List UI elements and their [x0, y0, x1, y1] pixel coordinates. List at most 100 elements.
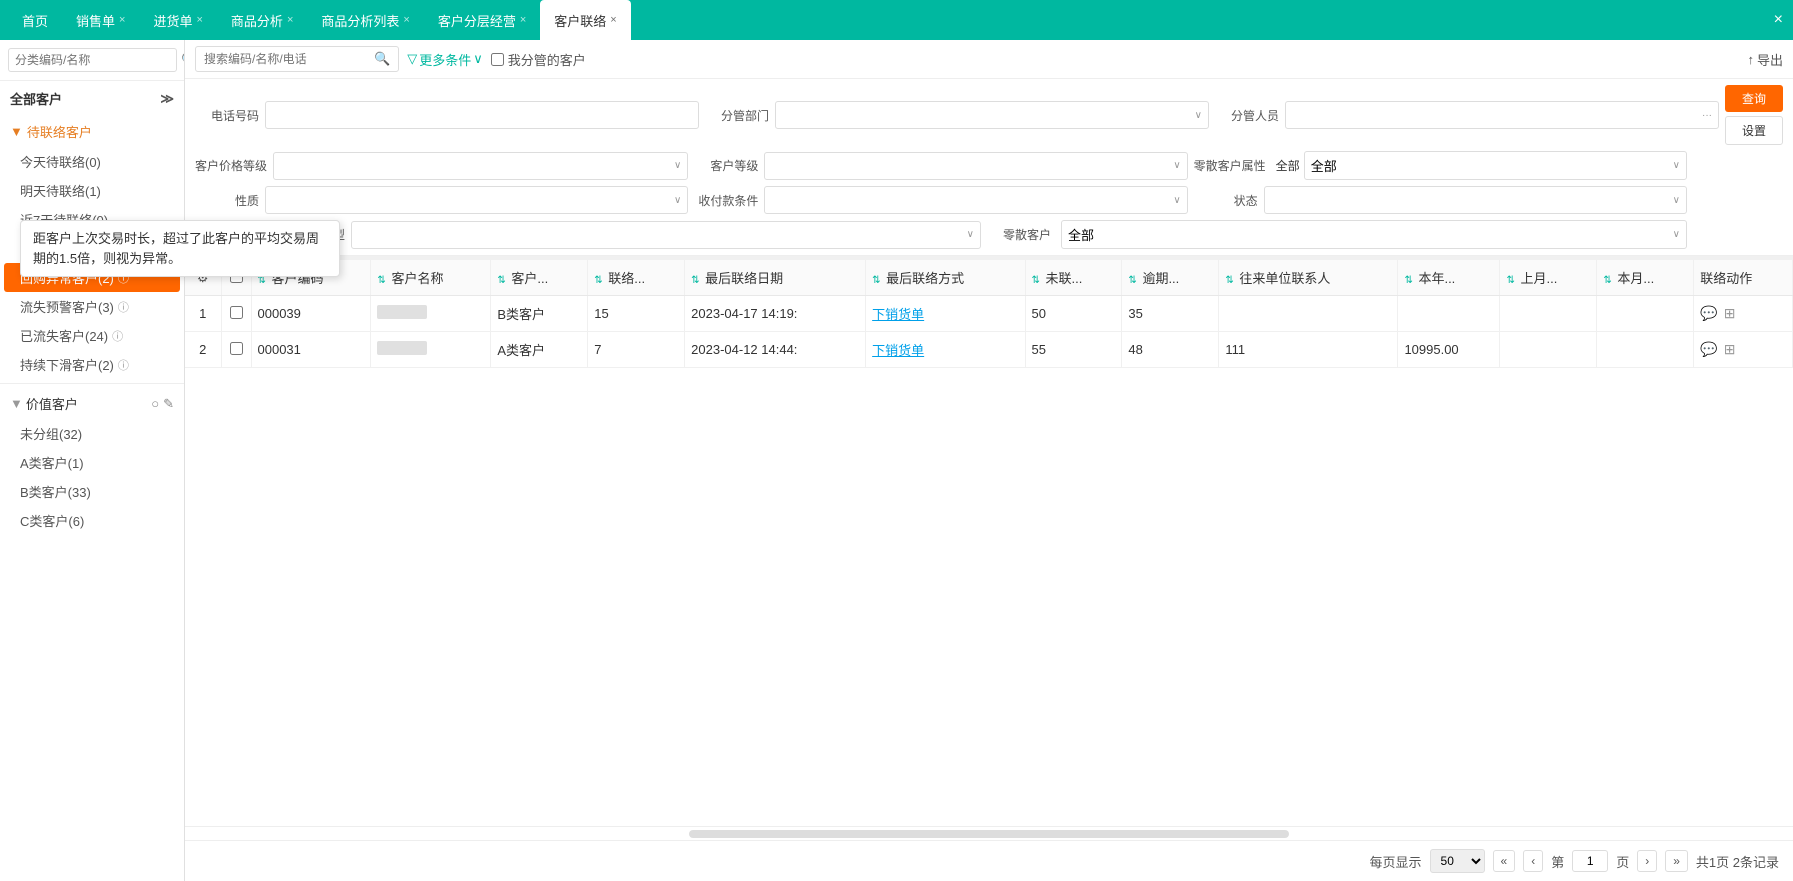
scatter-select[interactable]: 全部 ∨: [1061, 220, 1687, 249]
sidebar-all-customers[interactable]: 全部客户 ≫: [0, 81, 184, 116]
data-table-container: ⚙ ⇅ 客户编码 ⇅ 客户名称: [185, 260, 1793, 826]
nav-goods-list[interactable]: 商品分析列表 ×: [307, 0, 423, 40]
first-page-btn[interactable]: «: [1493, 850, 1516, 872]
prev-page-btn[interactable]: ‹: [1523, 850, 1543, 872]
last-page-btn[interactable]: »: [1665, 850, 1688, 872]
last-method-link-0[interactable]: 下销货单: [872, 307, 924, 322]
cell-uncontacted-1: 55: [1025, 332, 1122, 368]
sidebar-declining[interactable]: 持续下滑客户(2) ⓘ: [0, 350, 184, 379]
col-last-date: ⇅ 最后联络日期: [685, 260, 866, 296]
action-chat-1[interactable]: 💬: [1700, 341, 1717, 358]
value-edit-icon[interactable]: ○: [151, 396, 159, 411]
payment-select[interactable]: ∨: [764, 186, 1187, 214]
sort-icon-contacts: ⇅: [594, 275, 602, 286]
sidebar-collapse-icon[interactable]: ≫: [160, 91, 174, 107]
phone-label: 电话号码: [195, 107, 265, 124]
row-checkbox-0[interactable]: [230, 306, 243, 319]
phone-input[interactable]: [265, 101, 699, 129]
cell-contact-person-0: [1219, 296, 1398, 332]
my-customers-check[interactable]: [491, 53, 504, 66]
nav-customer-contact[interactable]: 客户联络 ×: [540, 0, 630, 40]
settings-button[interactable]: 设置: [1725, 116, 1783, 145]
sidebar-c-class[interactable]: C类客户(6): [0, 506, 184, 535]
per-page-select[interactable]: 50 100 200: [1430, 849, 1485, 873]
sidebar-churned[interactable]: 已流失客户(24) ⓘ: [0, 321, 184, 350]
scatter-attr-select[interactable]: 全部 ∨: [1304, 151, 1687, 180]
action-more-0[interactable]: ⊞: [1724, 305, 1736, 322]
nav-close-goods-analysis[interactable]: ×: [287, 14, 293, 26]
page-number-input[interactable]: [1572, 850, 1608, 872]
nav-close-sales[interactable]: ×: [119, 14, 125, 26]
nav-close-customer-tier[interactable]: ×: [520, 14, 526, 26]
row-checkbox-1[interactable]: [230, 342, 243, 355]
cell-num-1: 2: [185, 332, 221, 368]
cell-num-0: 1: [185, 296, 221, 332]
price-level-arrow: ∨: [674, 160, 681, 171]
next-page-btn[interactable]: ›: [1637, 850, 1657, 872]
nav-close-all[interactable]: ×: [1774, 11, 1783, 29]
sidebar-tomorrow[interactable]: 明天待联络(1): [0, 176, 184, 205]
my-customers-checkbox[interactable]: 我分管的客户: [491, 50, 586, 69]
filter-search-icon[interactable]: 🔍: [374, 51, 390, 67]
person-dots: ···: [1702, 110, 1712, 121]
pending-arrow-icon: ▼: [10, 124, 23, 139]
scatter-attr-inline-label: 全部: [1276, 157, 1300, 174]
scatter-attr-label: 零散客户属性: [1194, 157, 1272, 174]
horizontal-scrollbar[interactable]: [185, 826, 1793, 840]
main-layout: 🔍 全部客户 ≫ ▼ 待联络客户 今天待联络(0) 明天待联络(1) 近7天待联…: [0, 40, 1793, 881]
sidebar-pending-section[interactable]: ▼ 待联络客户: [0, 116, 184, 147]
cell-code-1: 000031: [251, 332, 371, 368]
filter-status-cell: 状态 ∨: [1194, 186, 1687, 214]
value-settings-icon[interactable]: ✎: [163, 396, 174, 412]
nav-close-purchase[interactable]: ×: [196, 14, 202, 26]
nav-close-goods-list[interactable]: ×: [403, 14, 409, 26]
nature-arrow: ∨: [674, 195, 681, 206]
sidebar-search-bar: 🔍: [0, 40, 184, 81]
scatter-label: 零散客户: [987, 226, 1057, 243]
page-suffix: 页: [1616, 852, 1629, 871]
level-select[interactable]: ∨: [764, 152, 1187, 180]
cell-name-0: [371, 296, 491, 332]
cell-this-month-0: [1597, 296, 1694, 332]
type-select[interactable]: ∨: [351, 221, 981, 249]
cell-contacts-1: 7: [588, 332, 685, 368]
nav-home[interactable]: 首页: [8, 0, 62, 40]
filter-level-cell: 客户等级 ∨: [694, 152, 1187, 180]
more-filters-btn[interactable]: ▽ 更多条件 ∨: [407, 50, 483, 69]
col-contacts: ⇅ 联络...: [588, 260, 685, 296]
nav-purchase[interactable]: 进货单 ×: [139, 0, 216, 40]
cell-overdue-0: 35: [1122, 296, 1219, 332]
dept-select[interactable]: ∨: [775, 101, 1209, 129]
col-overdue: ⇅ 逾期...: [1122, 260, 1219, 296]
cell-this-year-1: 10995.00: [1398, 332, 1500, 368]
sidebar-a-class[interactable]: A类客户(1): [0, 448, 184, 477]
filter-search-input[interactable]: [204, 52, 374, 66]
sidebar-churn-warning[interactable]: 流失预警客户(3) ⓘ: [0, 292, 184, 321]
export-button[interactable]: ↑ 导出: [1747, 50, 1783, 69]
price-level-select[interactable]: ∨: [273, 152, 688, 180]
nav-close-customer-contact[interactable]: ×: [610, 14, 616, 26]
churned-info-icon: ⓘ: [112, 328, 123, 344]
nav-sales[interactable]: 销售单 ×: [62, 0, 139, 40]
query-button[interactable]: 查询: [1725, 85, 1783, 112]
table-row: 2 000031 A类客户 7 2023-04-12 14:44: 下销货单 5…: [185, 332, 1793, 368]
action-chat-0[interactable]: 💬: [1700, 305, 1717, 322]
action-more-1[interactable]: ⊞: [1724, 341, 1736, 358]
last-method-link-1[interactable]: 下销货单: [872, 343, 924, 358]
cell-this-year-0: [1398, 296, 1500, 332]
person-select[interactable]: ···: [1285, 101, 1719, 129]
sidebar-ungroup[interactable]: 未分组(32): [0, 419, 184, 448]
status-select[interactable]: ∨: [1264, 186, 1687, 214]
sidebar-value-group[interactable]: ▼ 价值客户 ○ ✎: [0, 388, 184, 419]
nav-customer-tier[interactable]: 客户分层经营 ×: [424, 0, 540, 40]
nav-goods-analysis[interactable]: 商品分析 ×: [217, 0, 307, 40]
filter-icon: ▽: [407, 51, 417, 67]
export-icon: ↑: [1747, 52, 1754, 67]
scrollbar-thumb: [689, 830, 1289, 838]
sidebar-b-class[interactable]: B类客户(33): [0, 477, 184, 506]
nature-select[interactable]: ∨: [265, 186, 688, 214]
data-table: ⚙ ⇅ 客户编码 ⇅ 客户名称: [185, 260, 1793, 368]
dept-label: 分管部门: [705, 107, 775, 124]
sidebar-today[interactable]: 今天待联络(0): [0, 147, 184, 176]
sidebar-search-input[interactable]: [8, 48, 177, 72]
